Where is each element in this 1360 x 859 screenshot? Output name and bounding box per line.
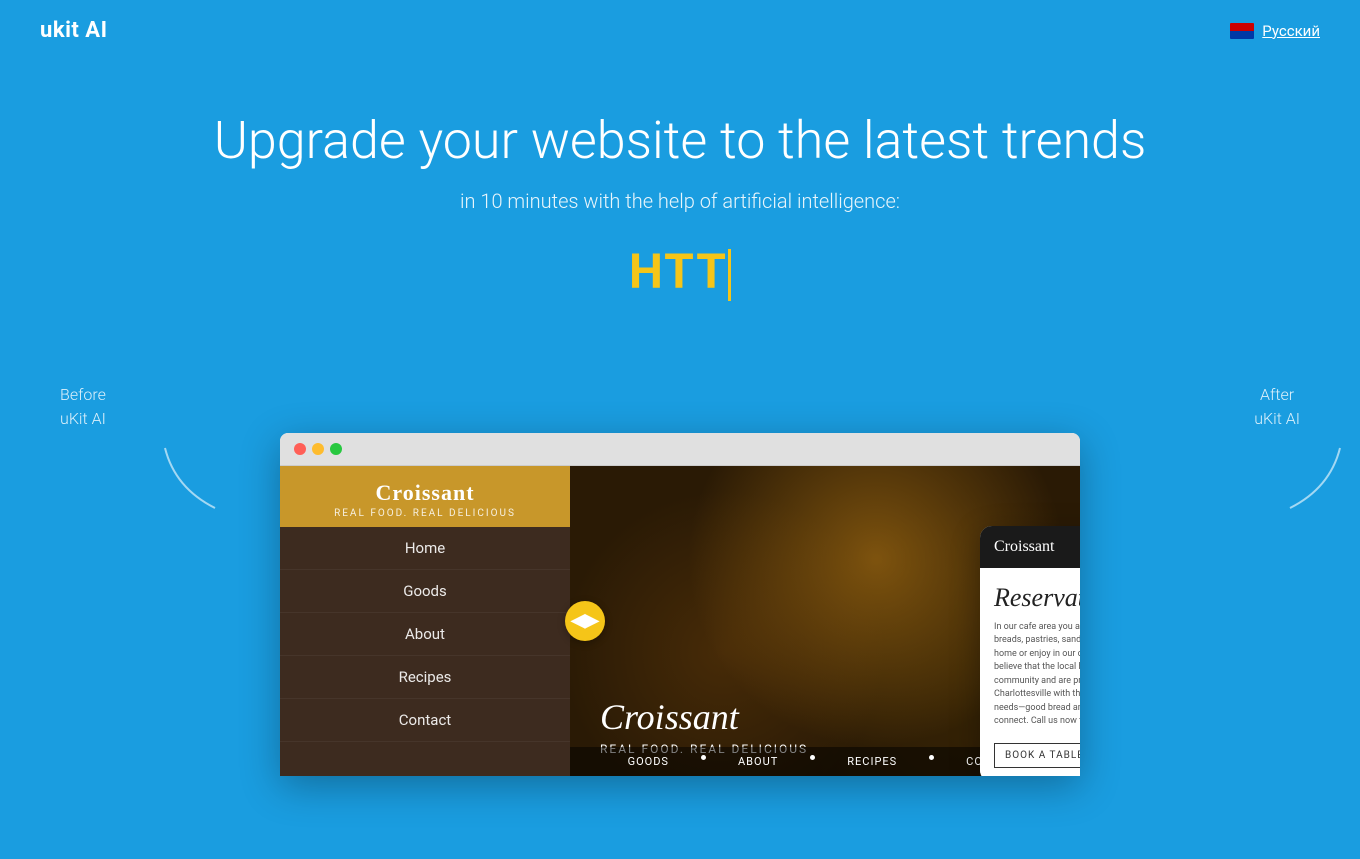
hero-section: Upgrade your website to the latest trend… bbox=[0, 61, 1360, 373]
typing-animation: HTT bbox=[20, 243, 1340, 303]
after-nav-dot-1 bbox=[701, 755, 706, 760]
mobile-logo: Croissant bbox=[994, 538, 1054, 556]
before-title: Before bbox=[60, 383, 106, 407]
after-nav-dot-3 bbox=[929, 755, 934, 760]
before-nav-contact[interactable]: Contact bbox=[280, 699, 570, 742]
browser-bar bbox=[280, 433, 1080, 466]
mobile-mockup: Croissant Reservations In our cafe area … bbox=[980, 526, 1080, 776]
flag-icon bbox=[1230, 23, 1254, 39]
after-subtitle: uKit AI bbox=[1254, 407, 1300, 431]
after-title: After bbox=[1254, 383, 1300, 407]
browser-dot-close bbox=[294, 443, 306, 455]
cursor bbox=[728, 249, 731, 301]
before-label: Before uKit AI bbox=[60, 383, 106, 431]
mobile-header: Croissant bbox=[980, 526, 1080, 568]
before-nav: Home Goods About Recipes Contact bbox=[280, 527, 570, 776]
mobile-cta-button[interactable]: BOOK A TABLE bbox=[994, 743, 1080, 768]
mobile-content: Reservations In our cafe area you are in… bbox=[980, 568, 1080, 776]
before-header: Croissant REAL FOOD. REAL DELICIOUS bbox=[280, 466, 570, 527]
language-switcher[interactable]: Русский bbox=[1230, 22, 1320, 40]
typed-text: HTT bbox=[629, 243, 728, 300]
split-arrows-icon: ◀▶ bbox=[571, 610, 599, 631]
split-divider-button[interactable]: ◀▶ bbox=[565, 601, 605, 641]
after-nav-recipes[interactable]: RECIPES bbox=[847, 755, 897, 768]
hero-title: Upgrade your website to the latest trend… bbox=[20, 111, 1340, 171]
language-link[interactable]: Русский bbox=[1262, 22, 1320, 40]
after-arrow-icon bbox=[1270, 438, 1350, 518]
logo-text: ukit AI bbox=[40, 18, 108, 43]
before-nav-recipes[interactable]: Recipes bbox=[280, 656, 570, 699]
before-nav-home[interactable]: Home bbox=[280, 527, 570, 570]
after-label: After uKit AI bbox=[1254, 383, 1300, 431]
hero-subtitle: in 10 minutes with the help of artificia… bbox=[20, 189, 1340, 213]
browser-dot-minimize bbox=[312, 443, 324, 455]
mobile-section-title: Reservations bbox=[994, 582, 1080, 613]
after-nav-goods[interactable]: GOODS bbox=[628, 755, 669, 768]
before-site-title: Croissant bbox=[290, 480, 560, 506]
header: ukit AI Русский bbox=[0, 0, 1360, 61]
before-nav-about[interactable]: About bbox=[280, 613, 570, 656]
before-site-tagline: REAL FOOD. REAL DELICIOUS bbox=[290, 508, 560, 519]
logo: ukit AI bbox=[40, 18, 108, 43]
browser-window: Croissant REAL FOOD. REAL DELICIOUS Home… bbox=[280, 433, 1080, 776]
after-nav-about[interactable]: ABOUT bbox=[738, 755, 778, 768]
before-nav-goods[interactable]: Goods bbox=[280, 570, 570, 613]
comparison-section: Before uKit AI After uKit AI Croissant bbox=[0, 383, 1360, 776]
browser-content: Croissant REAL FOOD. REAL DELICIOUS Home… bbox=[280, 466, 1080, 776]
before-side: Croissant REAL FOOD. REAL DELICIOUS Home… bbox=[280, 466, 570, 776]
browser-container: Croissant REAL FOOD. REAL DELICIOUS Home… bbox=[280, 433, 1080, 776]
after-nav-dot-2 bbox=[810, 755, 815, 760]
browser-dot-maximize bbox=[330, 443, 342, 455]
mobile-body-text: In our cafe area you are invited to purc… bbox=[994, 621, 1080, 729]
before-arrow-icon bbox=[155, 438, 235, 518]
before-subtitle: uKit AI bbox=[60, 407, 106, 431]
